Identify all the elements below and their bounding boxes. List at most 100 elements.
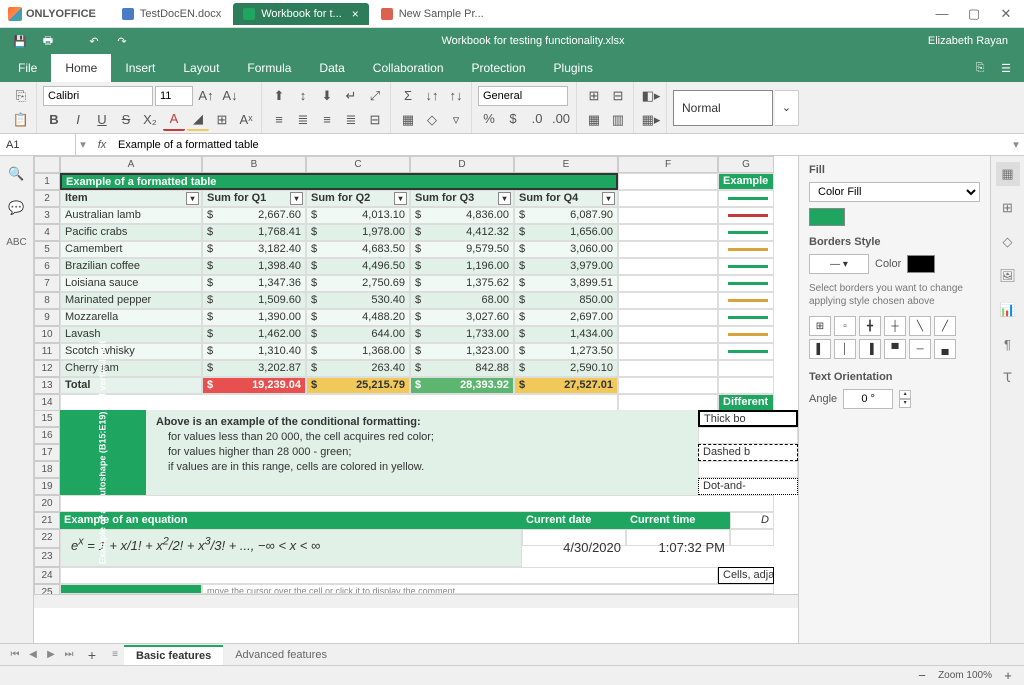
font-size-select[interactable] bbox=[155, 86, 193, 106]
row-2[interactable]: 2 bbox=[34, 190, 60, 207]
col-E[interactable]: E bbox=[514, 156, 618, 173]
align-left-button[interactable]: ≡ bbox=[268, 109, 290, 131]
table-row[interactable]: Scotch whisky bbox=[60, 343, 202, 360]
search-icon[interactable]: 🔍 bbox=[5, 162, 29, 186]
row-7[interactable]: 7 bbox=[34, 275, 60, 292]
col-D[interactable]: D bbox=[410, 156, 514, 173]
bold-button[interactable]: B bbox=[43, 109, 65, 131]
align-right-button[interactable]: ≡ bbox=[316, 109, 338, 131]
doc-tab-2[interactable]: New Sample Pr... bbox=[371, 3, 494, 25]
close-button[interactable]: ✕ bbox=[996, 4, 1016, 24]
side-cells[interactable]: Cells, adja bbox=[718, 567, 774, 584]
current-time-label[interactable]: Current time bbox=[626, 512, 730, 529]
col-F[interactable]: F bbox=[618, 156, 718, 173]
decrease-font-icon[interactable]: A↓ bbox=[219, 85, 241, 107]
number-format-select[interactable] bbox=[478, 86, 568, 106]
menu-layout[interactable]: Layout bbox=[169, 54, 233, 82]
accounting-button[interactable]: $ bbox=[502, 108, 524, 130]
filter-icon[interactable]: ▾ bbox=[290, 192, 303, 205]
border-top[interactable]: ▀ bbox=[884, 339, 906, 359]
table-row[interactable]: Brazilian coffee bbox=[60, 258, 202, 275]
border-diag-down[interactable]: ╲ bbox=[909, 316, 931, 336]
save-button[interactable]: 💾 bbox=[8, 30, 32, 52]
insert-cells-button[interactable]: ⊞ bbox=[583, 85, 605, 107]
border-right[interactable]: ▐ bbox=[859, 339, 881, 359]
sheet-tab-advanced[interactable]: Advanced features bbox=[223, 646, 339, 664]
comments-icon[interactable]: 💬 bbox=[5, 196, 29, 220]
table-title[interactable]: Example of a formatted table bbox=[60, 173, 618, 190]
border-line-style[interactable]: — ▾ bbox=[809, 254, 869, 274]
autoshape-vertical[interactable]: Example of an autoshape (B15:E19) and ve… bbox=[60, 410, 146, 495]
cell-settings-icon[interactable]: ▦ bbox=[996, 162, 1020, 186]
row-13[interactable]: 13 bbox=[34, 377, 60, 394]
col-C[interactable]: C bbox=[306, 156, 410, 173]
strikethrough-button[interactable]: S bbox=[115, 109, 137, 131]
table-row[interactable]: Marinated pepper bbox=[60, 292, 202, 309]
align-top-button[interactable]: ⬆ bbox=[268, 85, 290, 107]
row-10[interactable]: 10 bbox=[34, 326, 60, 343]
row-11[interactable]: 11 bbox=[34, 343, 60, 360]
decrease-decimal-button[interactable]: .0 bbox=[526, 108, 548, 130]
pivot-settings-icon[interactable]: Ꚍ bbox=[996, 366, 1020, 390]
add-sheet-button[interactable]: + bbox=[82, 647, 102, 663]
current-time[interactable]: 1:07:32 PM bbox=[626, 529, 730, 546]
filter-button[interactable]: ▿ bbox=[445, 109, 467, 131]
total-label[interactable]: Total bbox=[60, 377, 202, 394]
table-row[interactable]: Camembert bbox=[60, 241, 202, 258]
sort-desc-button[interactable]: ↑↓ bbox=[445, 85, 467, 107]
image-settings-icon[interactable]: 🖼 bbox=[996, 264, 1020, 288]
fx-icon[interactable]: fx bbox=[90, 139, 114, 151]
total-q3[interactable]: $28,393.92 bbox=[410, 377, 514, 394]
filter-icon[interactable]: ▾ bbox=[394, 192, 407, 205]
chart-settings-icon[interactable]: 📊 bbox=[996, 298, 1020, 322]
table-settings-icon[interactable]: ⊞ bbox=[996, 196, 1020, 220]
open-location-icon[interactable]: ⎘ bbox=[970, 58, 990, 78]
table-row[interactable]: Cherry jam bbox=[60, 360, 202, 377]
cell-reference[interactable]: A1 bbox=[0, 134, 76, 155]
menu-collaboration[interactable]: Collaboration bbox=[359, 54, 458, 82]
menu-home[interactable]: Home bbox=[51, 54, 111, 82]
prev-sheet-button[interactable]: ◀ bbox=[24, 649, 42, 660]
underline-button[interactable]: U bbox=[91, 109, 113, 131]
filter-icon[interactable]: ▾ bbox=[186, 192, 199, 205]
named-range-button[interactable]: ▦ bbox=[397, 109, 419, 131]
font-color-button[interactable]: A bbox=[163, 109, 185, 131]
wrap-text-button[interactable]: ↵ bbox=[340, 85, 362, 107]
subscript-button[interactable]: X₂ bbox=[139, 109, 161, 131]
next-sheet-button[interactable]: ▶ bbox=[42, 649, 60, 660]
col-B[interactable]: B bbox=[202, 156, 306, 173]
angle-down[interactable]: ▾ bbox=[899, 399, 911, 408]
paste-button[interactable]: 📋 bbox=[10, 109, 32, 131]
merge-button[interactable]: ⊟ bbox=[364, 109, 386, 131]
table-row[interactable]: Lavash bbox=[60, 326, 202, 343]
font-select[interactable] bbox=[43, 86, 153, 106]
border-all[interactable]: ╋ bbox=[859, 316, 881, 336]
conditional-button[interactable]: ◧▸ bbox=[640, 85, 662, 107]
row-1[interactable]: 1 bbox=[34, 173, 60, 190]
equation-title[interactable]: Example of an equation bbox=[60, 512, 418, 529]
maximize-button[interactable]: ▢ bbox=[964, 4, 984, 24]
current-date-label[interactable]: Current date bbox=[522, 512, 626, 529]
copy-button[interactable]: ⎘ bbox=[10, 85, 32, 107]
align-middle-button[interactable]: ↕ bbox=[292, 85, 314, 107]
border-none[interactable]: ▫ bbox=[834, 316, 856, 336]
redo-button[interactable]: ↷ bbox=[110, 30, 134, 52]
border-color-swatch[interactable] bbox=[907, 255, 935, 273]
doc-tab-0[interactable]: TestDocEN.docx bbox=[112, 3, 231, 25]
equation-formula[interactable]: ex = 1 + x/1! + x2/2! + x3/3! + ..., −∞ … bbox=[60, 529, 522, 567]
zoom-in-button[interactable]: + bbox=[1000, 668, 1016, 683]
th-q1[interactable]: Sum for Q1▾ bbox=[202, 190, 306, 207]
border-horiz[interactable]: ─ bbox=[909, 339, 931, 359]
sheet-list-button[interactable]: ≡ bbox=[106, 649, 124, 660]
clear-format-button[interactable]: Aˣ bbox=[235, 109, 257, 131]
text-settings-icon[interactable]: ¶ bbox=[996, 332, 1020, 356]
increase-decimal-button[interactable]: .00 bbox=[550, 108, 572, 130]
total-q1[interactable]: $19,239.04 bbox=[202, 377, 306, 394]
border-diag-up[interactable]: ╱ bbox=[934, 316, 956, 336]
zoom-level[interactable]: Zoom 100% bbox=[938, 670, 992, 681]
row-5[interactable]: 5 bbox=[34, 241, 60, 258]
minimize-button[interactable]: — bbox=[932, 4, 952, 24]
last-sheet-button[interactable]: ⏭ bbox=[60, 649, 78, 660]
border-vert[interactable]: │ bbox=[834, 339, 856, 359]
border-outer[interactable]: ⊞ bbox=[809, 316, 831, 336]
